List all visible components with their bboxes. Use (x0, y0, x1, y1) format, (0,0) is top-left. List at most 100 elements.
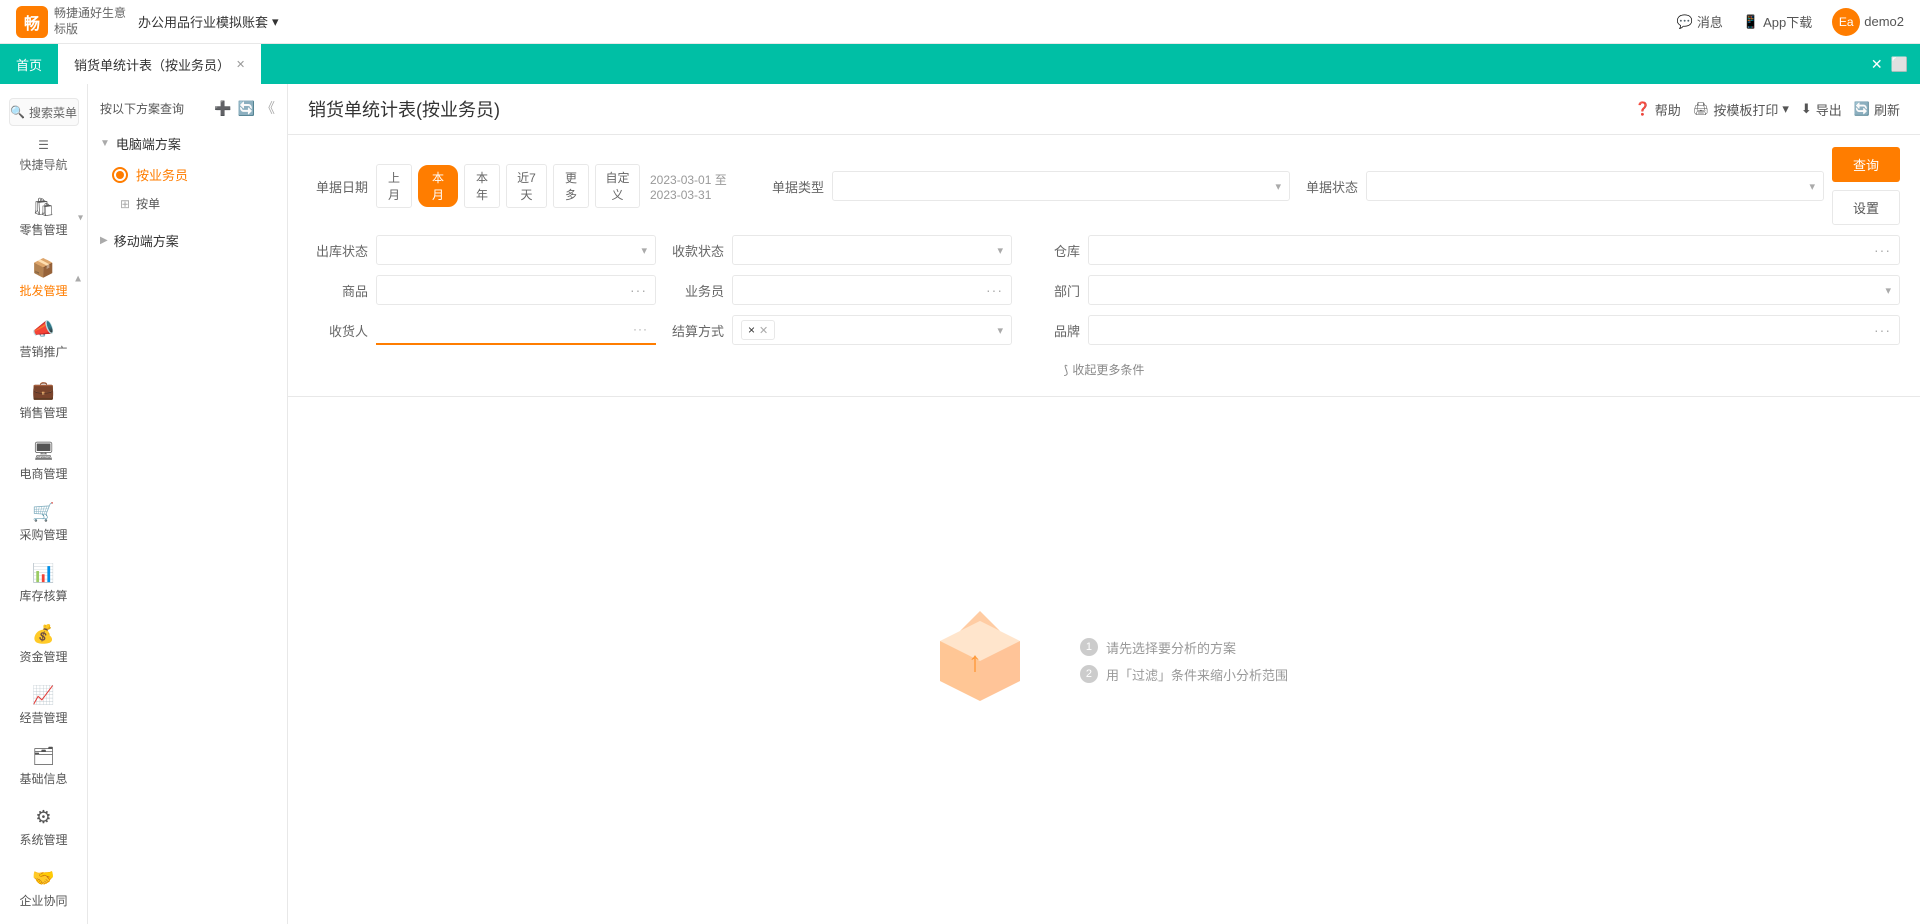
payment-status-select[interactable]: ▾ (732, 235, 1012, 265)
date-this-month[interactable]: 本月 (418, 165, 458, 207)
sidebar-item-finance[interactable]: 💰 资金管理 (0, 614, 87, 675)
desktop-scheme-title[interactable]: ▼ 电脑端方案 (88, 128, 287, 159)
breadcrumb-text: 办公用品行业模拟账套 (138, 12, 268, 31)
doc-status-select[interactable]: ▾ (1366, 171, 1824, 201)
tab-home[interactable]: 首页 (0, 44, 58, 84)
sidebar-item-sales[interactable]: 💼 销售管理 (0, 370, 87, 431)
receiver-input[interactable] (384, 322, 633, 337)
goods-select[interactable]: ··· (376, 275, 656, 305)
inventory-icon: 📊 (32, 563, 54, 584)
logo-area: 畅 畅捷通好生意 标版 (16, 6, 126, 38)
sidebar-item-purchase[interactable]: 🛒 采购管理 (0, 492, 87, 553)
help-icon: ❓ (1635, 101, 1651, 117)
expand-icon: ▾ (78, 212, 83, 223)
receiver-dots: ··· (633, 322, 648, 336)
collapse-button[interactable]: ⟆ 收起更多条件 (308, 355, 1900, 384)
doc-type-arrow: ▾ (1275, 180, 1281, 193)
tab-close-icon[interactable]: ✕ (236, 58, 245, 71)
doc-type-select[interactable]: ▾ (832, 171, 1290, 201)
system-icon: ⚙ (35, 807, 51, 828)
sales-icon: 💼 (32, 380, 54, 401)
search-icon: 🔍 (10, 105, 25, 119)
date-label: 单据日期 (308, 177, 368, 196)
filter-row-2: 出库状态 ▾ 收款状态 ▾ 仓库 ··· (308, 235, 1900, 265)
settlement-tag: × ✕ (741, 320, 775, 340)
sidebar-item-ecom[interactable]: 🖥 电商管理 (0, 431, 87, 492)
refresh-button[interactable]: 🔄 刷新 (1854, 100, 1900, 119)
dept-label: 部门 (1020, 281, 1080, 300)
template-print-button[interactable]: 🖨 按模板打印 ▾ (1693, 100, 1789, 119)
help-button[interactable]: ❓ 帮助 (1635, 100, 1681, 119)
date-last-7days[interactable]: 近7天 (506, 164, 547, 208)
dept-select[interactable]: ▾ (1088, 275, 1900, 305)
date-group: 上月 本月 本年 近7天 更多 自定义 2023-03-01 至 2023-03… (376, 164, 756, 208)
date-this-year[interactable]: 本年 (464, 164, 500, 208)
doc-type-label: 单据类型 (764, 177, 824, 196)
sidebar-item-inventory[interactable]: 📊 库存核算 (0, 553, 87, 614)
maximize-icon[interactable]: ⬜ (1891, 56, 1908, 73)
ops-icon: 📈 (32, 685, 54, 706)
out-status-select[interactable]: ▾ (376, 235, 656, 265)
close-window-icon[interactable]: ✕ (1871, 56, 1883, 73)
sidebar-item-wholesale[interactable]: 📦 批发管理 ▲ (0, 248, 87, 309)
sidebar-item-retail[interactable]: 🛍 零售管理 ▾ (0, 187, 87, 248)
date-more[interactable]: 更多 (553, 164, 589, 208)
scheme-by-order[interactable]: ⊞ 按单 (88, 190, 287, 217)
sidebar-item-ops[interactable]: 📈 经营管理 (0, 675, 87, 736)
empty-svg: ↑ (920, 601, 1040, 721)
settlement-arrow: ▾ (997, 324, 1003, 337)
setting-button[interactable]: 设置 (1832, 190, 1900, 225)
settlement-select[interactable]: × ✕ ▾ (732, 315, 1012, 345)
sidebar-item-marketing[interactable]: 📣 营销推广 (0, 309, 87, 370)
date-custom[interactable]: 自定义 (595, 164, 640, 208)
print-arrow-icon: ▾ (1782, 101, 1789, 117)
sidebar-item-basic[interactable]: 🗂 基础信息 (0, 736, 87, 797)
finance-icon: 💰 (32, 624, 54, 645)
purchase-icon: 🛒 (32, 502, 54, 523)
retail-icon: 🛍 (32, 197, 55, 218)
mobile-scheme-title[interactable]: ▶ 移动端方案 (88, 225, 287, 256)
out-status-label: 出库状态 (308, 241, 368, 260)
app-download-action[interactable]: 📱 App下载 (1743, 12, 1812, 31)
download-icon: 📱 (1743, 14, 1759, 30)
message-action[interactable]: 💬 消息 (1677, 12, 1723, 31)
tab-maximize-area: ✕ ⬜ (1871, 56, 1920, 73)
export-button[interactable]: ⬇ 导出 (1801, 100, 1842, 119)
scheme-by-salesperson[interactable]: 按业务员 (88, 159, 287, 190)
main-layout: 🔍 搜索菜单 ☰ 快捷导航 🛍 零售管理 ▾ 📦 批发管理 ▲ 📣 营销推广 💼… (0, 84, 1920, 924)
brand-select[interactable]: ··· (1088, 315, 1900, 345)
tab-sales-stat[interactable]: 销货单统计表（按业务员） ✕ (58, 44, 261, 84)
warehouse-dots: ··· (1874, 242, 1891, 258)
receiver-input-wrap: ··· (376, 315, 656, 345)
sidebar-item-newbie[interactable]: 🧭 新手引导 (0, 919, 87, 924)
sidebar-item-system[interactable]: ⚙ 系统管理 (0, 797, 87, 858)
search-menu-button[interactable]: 🔍 搜索菜单 (9, 98, 79, 126)
basic-icon: 🗂 (32, 746, 55, 767)
filter-panel-actions: ➕ 🔄 《 (214, 98, 275, 118)
breadcrumb-selector[interactable]: 办公用品行业模拟账套 ▾ (138, 12, 279, 31)
date-last-month[interactable]: 上月 (376, 164, 412, 208)
content-area: 按以下方案查询 ➕ 🔄 《 ▼ 电脑端方案 按业务员 ⊞ 按 (88, 84, 1920, 924)
collapse-panel-icon[interactable]: 《 (261, 98, 275, 118)
payment-status-label: 收款状态 (664, 241, 724, 260)
ecom-icon: 🖥 (32, 441, 55, 462)
action-buttons: 查询 设置 (1832, 147, 1900, 225)
doc-status-group: 单据状态 ▾ (1298, 171, 1824, 201)
query-button[interactable]: 查询 (1832, 147, 1900, 182)
empty-tip-2: 2 用「过滤」条件来缩小分析范围 (1080, 665, 1288, 684)
goods-dots: ··· (630, 282, 647, 298)
quick-nav-button[interactable]: ☰ 快捷导航 (0, 132, 87, 179)
page-actions: ❓ 帮助 🖨 按模板打印 ▾ ⬇ 导出 🔄 刷新 (1635, 100, 1900, 131)
tip-num-1: 1 (1080, 638, 1098, 656)
user-action[interactable]: Ea demo2 (1832, 8, 1904, 36)
refresh-scheme-icon[interactable]: 🔄 (238, 100, 255, 117)
filter-row-4: 收货人 ··· 结算方式 × ✕ ▾ 品牌 (308, 315, 1900, 345)
settlement-close-icon[interactable]: ✕ (759, 324, 768, 337)
warehouse-select[interactable]: ··· (1088, 235, 1900, 265)
message-icon: 💬 (1677, 14, 1693, 30)
marketing-icon: 📣 (32, 319, 54, 340)
sidebar-item-collab[interactable]: 🤝 企业协同 (0, 858, 87, 919)
salesperson-select[interactable]: ··· (732, 275, 1012, 305)
add-scheme-icon[interactable]: ➕ (214, 100, 231, 117)
logo-text: 畅捷通好生意 标版 (54, 6, 126, 37)
